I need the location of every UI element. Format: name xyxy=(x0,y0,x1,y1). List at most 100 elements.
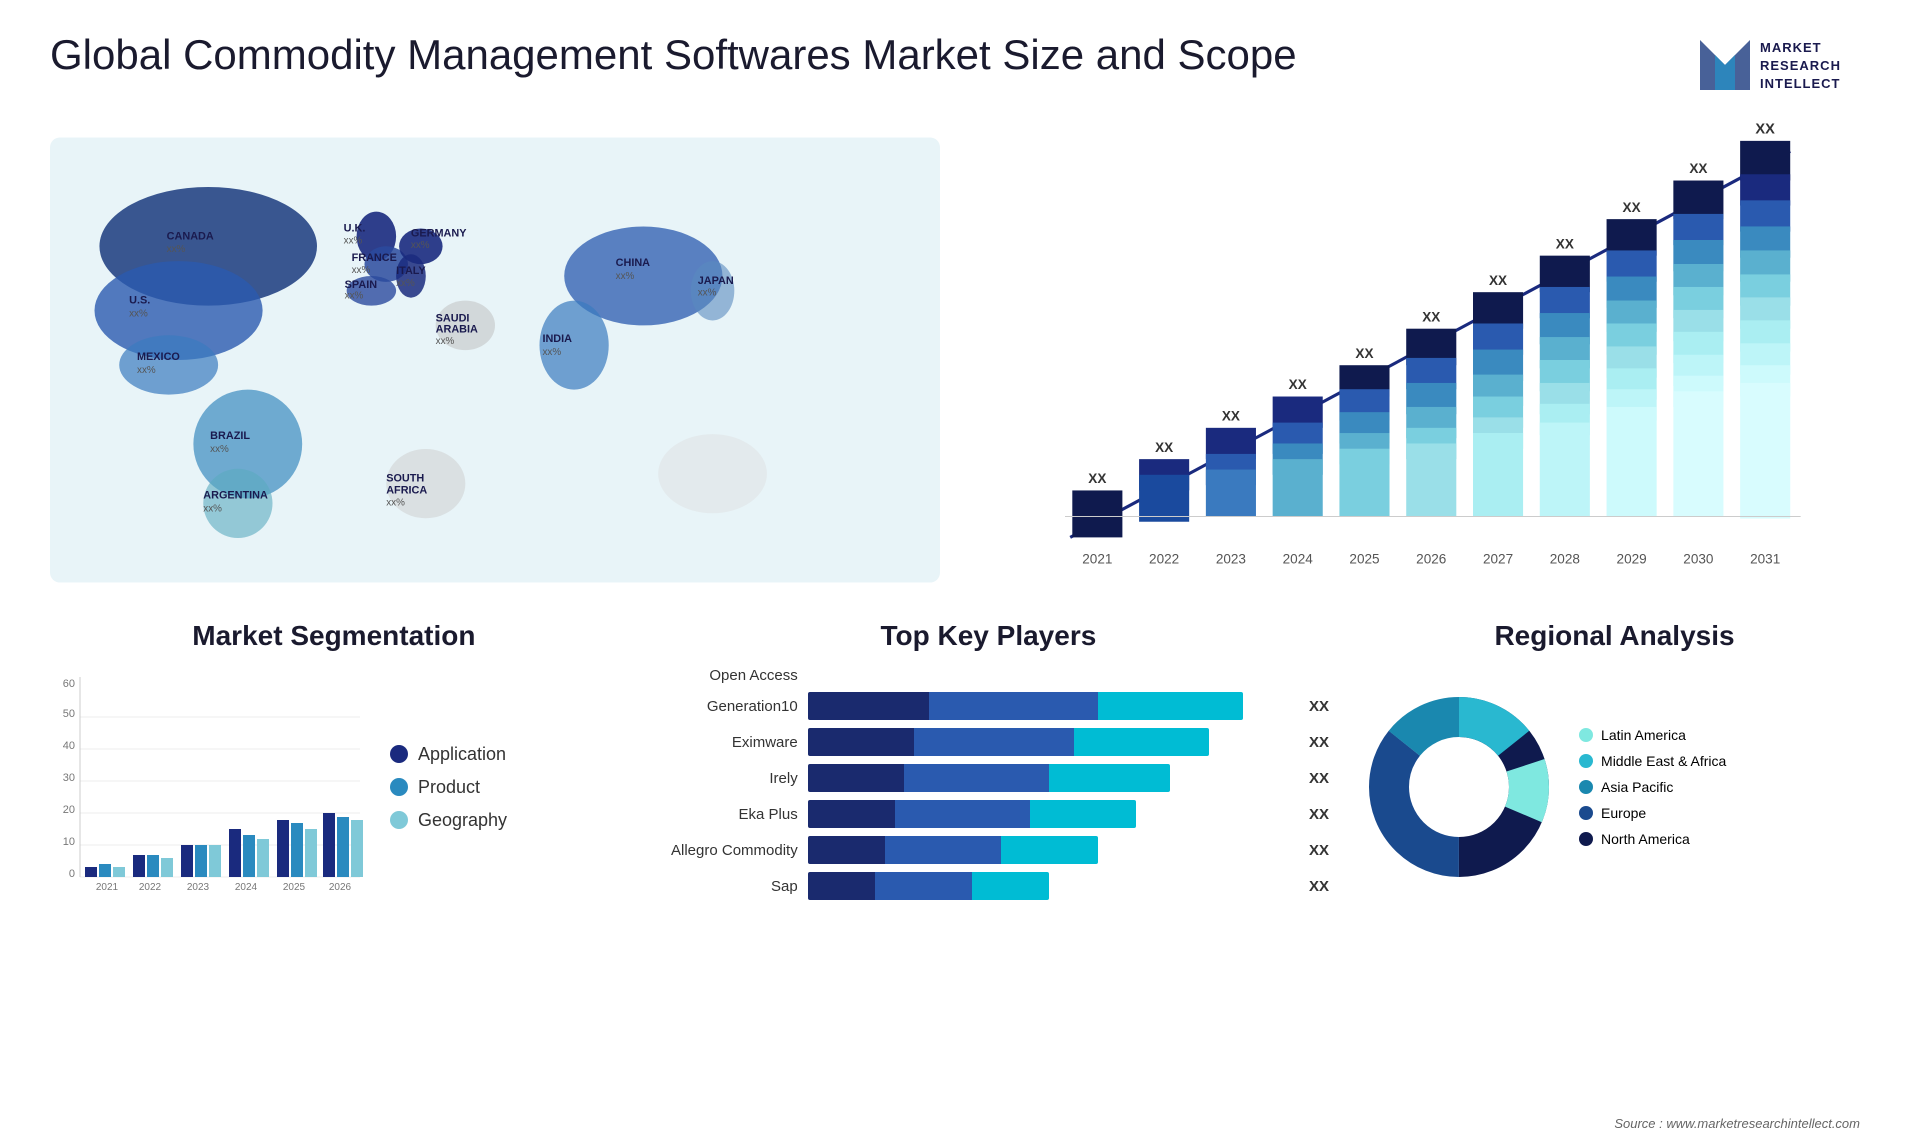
bar-chart-section: XX 2021 XX 2022 XX 2023 XX 2024 xyxy=(980,120,1870,600)
svg-text:XX: XX xyxy=(1088,471,1106,486)
reg-label-latin: Latin America xyxy=(1601,727,1686,743)
player-row-gen10: Generation10 XX xyxy=(648,692,1329,720)
svg-text:xx%: xx% xyxy=(210,444,229,455)
player-row-allegro: Allegro Commodity XX xyxy=(648,836,1329,864)
player-bar-gen10 xyxy=(808,692,1291,720)
svg-text:2030: 2030 xyxy=(1683,551,1713,566)
svg-text:ITALY: ITALY xyxy=(396,265,426,277)
svg-text:SPAIN: SPAIN xyxy=(345,279,378,291)
svg-text:XX: XX xyxy=(1155,440,1173,455)
legend-product: Product xyxy=(390,777,550,798)
svg-text:2029: 2029 xyxy=(1617,551,1647,566)
svg-text:XX: XX xyxy=(1556,236,1574,251)
player-row-openaccess: Open Access xyxy=(648,667,1329,684)
player-bar-eximware xyxy=(808,728,1291,756)
svg-text:xx%: xx% xyxy=(129,308,148,319)
svg-text:30: 30 xyxy=(63,772,75,784)
svg-text:10: 10 xyxy=(63,836,75,848)
svg-text:2021: 2021 xyxy=(96,882,119,893)
legend-label-product: Product xyxy=(418,777,480,798)
svg-text:40: 40 xyxy=(63,740,75,752)
legend-north-america: North America xyxy=(1579,831,1726,847)
player-name-irely: Irely xyxy=(648,770,798,787)
reg-dot-mideast xyxy=(1579,754,1593,768)
legend-europe: Europe xyxy=(1579,805,1726,821)
svg-text:xx%: xx% xyxy=(616,271,635,282)
svg-text:xx%: xx% xyxy=(411,240,430,251)
player-name-ekaplus: Eka Plus xyxy=(648,806,798,823)
reg-dot-europe xyxy=(1579,806,1593,820)
regional-legend: Latin America Middle East & Africa Asia … xyxy=(1579,727,1726,847)
legend-latin-america: Latin America xyxy=(1579,727,1726,743)
seg-legend: Application Product Geography xyxy=(390,744,550,831)
svg-text:2023: 2023 xyxy=(187,882,210,893)
header: Global Commodity Management Softwares Ma… xyxy=(50,30,1870,100)
svg-text:xx%: xx% xyxy=(345,291,364,302)
svg-text:2025: 2025 xyxy=(283,882,306,893)
player-bar-allegro xyxy=(808,836,1291,864)
reg-label-europe: Europe xyxy=(1601,805,1646,821)
page-title: Global Commodity Management Softwares Ma… xyxy=(50,30,1297,80)
svg-text:XX: XX xyxy=(1422,309,1440,324)
svg-text:20: 20 xyxy=(63,804,75,816)
player-bar-irely xyxy=(808,764,1291,792)
segmentation-section: Market Segmentation 0 10 20 30 40 50 60 xyxy=(50,620,618,920)
reg-dot-asia xyxy=(1579,780,1593,794)
svg-text:MEXICO: MEXICO xyxy=(137,351,180,363)
svg-text:INDIA: INDIA xyxy=(542,333,572,345)
svg-text:XX: XX xyxy=(1222,409,1240,424)
svg-text:RESEARCH: RESEARCH xyxy=(1760,58,1841,73)
svg-text:2024: 2024 xyxy=(235,882,258,893)
svg-text:2022: 2022 xyxy=(139,882,162,893)
regional-section: Regional Analysis xyxy=(1359,620,1870,920)
svg-text:ARGENTINA: ARGENTINA xyxy=(203,489,268,501)
svg-text:60: 60 xyxy=(63,678,75,690)
segmentation-chart: 0 10 20 30 40 50 60 xyxy=(50,677,370,897)
svg-text:xx%: xx% xyxy=(352,265,371,276)
svg-text:0: 0 xyxy=(69,868,75,880)
legend-application: Application xyxy=(390,744,550,765)
svg-text:2024: 2024 xyxy=(1283,551,1314,566)
svg-text:INTELLECT: INTELLECT xyxy=(1760,76,1841,91)
legend-asia-pacific: Asia Pacific xyxy=(1579,779,1726,795)
players-title: Top Key Players xyxy=(648,620,1329,652)
player-value-ekaplus: XX xyxy=(1309,806,1329,823)
legend-dot-application xyxy=(390,745,408,763)
player-name-allegro: Allegro Commodity xyxy=(648,842,798,859)
reg-dot-northamerica xyxy=(1579,832,1593,846)
players-list: Open Access Generation10 XX xyxy=(648,667,1329,900)
svg-text:2028: 2028 xyxy=(1550,551,1580,566)
reg-label-northamerica: North America xyxy=(1601,831,1690,847)
svg-text:xx%: xx% xyxy=(167,244,186,255)
legend-dot-geography xyxy=(390,811,408,829)
svg-text:2022: 2022 xyxy=(1149,551,1179,566)
players-section: Top Key Players Open Access Generation10 xyxy=(648,620,1329,920)
player-row-ekaplus: Eka Plus XX xyxy=(648,800,1329,828)
svg-text:MARKET: MARKET xyxy=(1760,40,1822,55)
svg-text:xx%: xx% xyxy=(542,347,561,358)
player-name-openaccess: Open Access xyxy=(648,667,798,684)
player-bar-ekaplus xyxy=(808,800,1291,828)
player-bar-sap xyxy=(808,872,1291,900)
svg-text:xx%: xx% xyxy=(386,497,405,508)
legend-geography: Geography xyxy=(390,810,550,831)
logo-area: MARKET RESEARCH INTELLECT xyxy=(1690,30,1870,100)
svg-text:XX: XX xyxy=(1289,377,1307,392)
regional-title: Regional Analysis xyxy=(1359,620,1870,652)
svg-text:U.S.: U.S. xyxy=(129,295,150,307)
svg-text:2023: 2023 xyxy=(1216,551,1246,566)
player-name-gen10: Generation10 xyxy=(648,698,798,715)
svg-text:XX: XX xyxy=(1755,122,1775,138)
donut-chart xyxy=(1359,687,1559,887)
legend-label-geography: Geography xyxy=(418,810,507,831)
svg-text:xx%: xx% xyxy=(396,278,415,289)
source-text: Source : www.marketresearchintellect.com xyxy=(1614,1116,1860,1131)
svg-text:ARABIA: ARABIA xyxy=(436,323,478,335)
player-value-gen10: XX xyxy=(1309,698,1329,715)
player-row-irely: Irely XX xyxy=(648,764,1329,792)
svg-text:JAPAN: JAPAN xyxy=(698,275,734,287)
svg-text:xx%: xx% xyxy=(436,336,455,347)
svg-text:2031: 2031 xyxy=(1750,551,1780,566)
svg-text:2025: 2025 xyxy=(1349,551,1379,566)
player-row-sap: Sap XX xyxy=(648,872,1329,900)
